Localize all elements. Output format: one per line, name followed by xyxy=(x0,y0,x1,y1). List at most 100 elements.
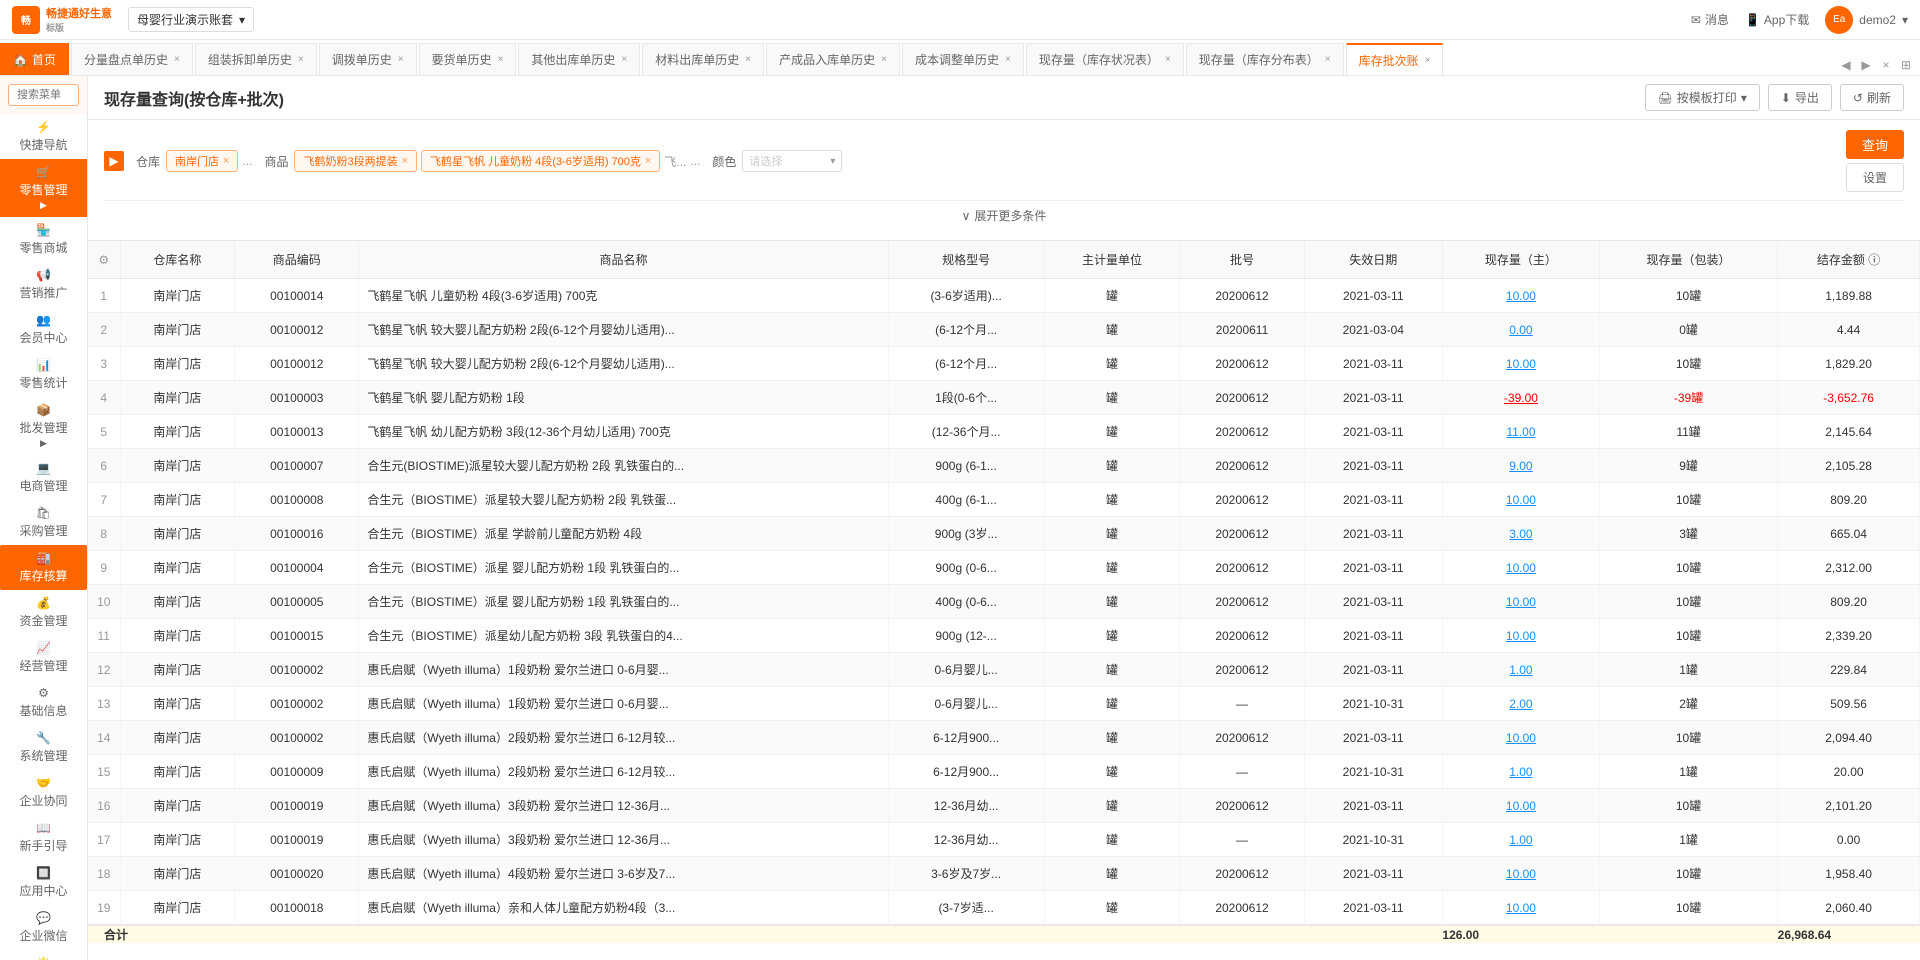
sidebar-item-quick-nav[interactable]: ⚡ 快捷导航 xyxy=(0,114,87,159)
row-qty-main[interactable]: 10.00 xyxy=(1442,891,1599,926)
row-qty-main[interactable]: 10.00 xyxy=(1442,483,1599,517)
row-qty-main[interactable]: 1.00 xyxy=(1442,653,1599,687)
sidebar-item-mall[interactable]: 🏪 零售商城 xyxy=(0,217,87,262)
close-stock-dist-icon[interactable]: × xyxy=(1325,54,1331,65)
tab-home[interactable]: 🏠 首页 xyxy=(0,43,69,75)
tab-diaob[interactable]: 调拨单历史 × xyxy=(319,43,417,75)
sidebar-item-marketing[interactable]: 📢 营销推广 xyxy=(0,262,87,307)
row-qty-main[interactable]: 9.00 xyxy=(1442,449,1599,483)
sidebar: ⚡ 快捷导航 🛒 零售管理 ▶ 🏪 零售商城 📢 营销推广 👥 会员中心 📊 零… xyxy=(0,76,88,960)
warehouse-more[interactable]: ... xyxy=(242,154,252,168)
sidebar-item-inventory[interactable]: 🏭 库存核算 xyxy=(0,545,87,590)
close-product-in-icon[interactable]: × xyxy=(881,54,887,65)
sidebar-item-guide[interactable]: 📖 新手引导 xyxy=(0,815,87,860)
close-stock-batch-icon[interactable]: × xyxy=(1425,55,1431,66)
close-stock-status-icon[interactable]: × xyxy=(1165,54,1171,65)
row-qty-main[interactable]: 10.00 xyxy=(1442,585,1599,619)
row-expire: 2021-03-11 xyxy=(1304,619,1442,653)
sidebar-item-wholesale[interactable]: 📦 批发管理 ▶ xyxy=(0,397,87,455)
tab-stock-status[interactable]: 现存量（库存状况表） × xyxy=(1026,43,1184,75)
row-batch: 20200612 xyxy=(1180,619,1304,653)
row-qty-main[interactable]: 1.00 xyxy=(1442,823,1599,857)
expand-filter-button[interactable]: ▶ xyxy=(104,151,124,171)
row-index: 11 xyxy=(88,619,120,653)
row-qty-main[interactable]: 1.00 xyxy=(1442,755,1599,789)
remove-product-tag-1-icon[interactable]: × xyxy=(402,155,408,167)
row-qty-main[interactable]: 10.00 xyxy=(1442,279,1599,313)
sidebar-item-system[interactable]: 🔧 系统管理 xyxy=(0,725,87,770)
product-more[interactable]: 飞... xyxy=(664,153,686,170)
tab-cost-adj[interactable]: 成本调整单历史 × xyxy=(902,43,1024,75)
close-zuzhuang-icon[interactable]: × xyxy=(298,54,304,65)
expand-more-area[interactable]: ∨ 展开更多条件 xyxy=(104,200,1904,230)
row-unit: 罐 xyxy=(1044,449,1180,483)
message-btn[interactable]: ✉ 消息 xyxy=(1691,11,1729,28)
tab-stock-batch[interactable]: 库存批次账 × xyxy=(1346,43,1444,75)
sidebar-item-finance[interactable]: 💰 资金管理 xyxy=(0,590,87,635)
sidebar-item-basic[interactable]: ⚙ 基础信息 xyxy=(0,680,87,725)
product-tag-2[interactable]: 飞鹤星飞帆 儿童奶粉 4段(3-6岁适用) 700克 × xyxy=(421,150,660,172)
print-button[interactable]: 🖨 按模板打印 ▾ xyxy=(1645,84,1760,111)
warehouse-tag-1[interactable]: 南岸门店 × xyxy=(166,150,238,172)
product-more2[interactable]: ... xyxy=(690,154,700,168)
tab-stock-dist[interactable]: 现存量（库存分布表） × xyxy=(1186,43,1344,75)
tab-material-out[interactable]: 材料出库单历史 × xyxy=(642,43,764,75)
account-dropdown[interactable]: 母婴行业演示账套 ▾ xyxy=(128,7,254,32)
table-settings-icon[interactable]: ⚙ xyxy=(98,253,109,267)
sidebar-item-retail-stat[interactable]: 📊 零售统计 xyxy=(0,352,87,397)
sidebar-item-purchase[interactable]: 🛍 采购管理 xyxy=(0,500,87,545)
close-fenpan-icon[interactable]: × xyxy=(174,54,180,65)
content-area: 现存量查询(按仓库+批次) 🖨 按模板打印 ▾ ⬇ 导出 ↺ 刷新 xyxy=(88,76,1920,960)
sidebar-item-member[interactable]: 👥 会员中心 xyxy=(0,307,87,352)
close-material-out-icon[interactable]: × xyxy=(745,54,751,65)
row-qty-main[interactable]: 2.00 xyxy=(1442,687,1599,721)
nav-next-icon[interactable]: ▶ xyxy=(1856,55,1876,75)
sidebar-item-member2[interactable]: 🌟 畅会员 xyxy=(0,950,87,960)
user-area[interactable]: Ea demo2 ▾ xyxy=(1825,6,1908,34)
tab-other-out[interactable]: 其他出库单历史 × xyxy=(518,43,640,75)
remove-warehouse-tag-icon[interactable]: × xyxy=(223,155,229,167)
nav-prev-icon[interactable]: ◀ xyxy=(1836,55,1856,75)
row-qty-main[interactable]: 3.00 xyxy=(1442,517,1599,551)
search-input[interactable] xyxy=(8,84,79,106)
query-button[interactable]: 查询 xyxy=(1846,130,1904,159)
sidebar-item-wechat[interactable]: 💬 企业微信 xyxy=(0,905,87,950)
row-amount: 665.04 xyxy=(1778,517,1920,551)
nav-more-icon[interactable]: ⊞ xyxy=(1896,55,1916,75)
export-button[interactable]: ⬇ 导出 xyxy=(1768,84,1832,111)
tab-yaohuo[interactable]: 要货单历史 × xyxy=(419,43,517,75)
row-qty-main[interactable]: 10.00 xyxy=(1442,857,1599,891)
close-cost-adj-icon[interactable]: × xyxy=(1005,54,1011,65)
close-diaob-icon[interactable]: × xyxy=(398,54,404,65)
row-qty-main[interactable]: 10.00 xyxy=(1442,551,1599,585)
refresh-button[interactable]: ↺ 刷新 xyxy=(1840,84,1904,111)
page-actions: 🖨 按模板打印 ▾ ⬇ 导出 ↺ 刷新 xyxy=(1645,84,1904,111)
sidebar-item-ecommerce[interactable]: 💻 电商管理 xyxy=(0,455,87,500)
remove-product-tag-2-icon[interactable]: × xyxy=(645,155,651,167)
nav-tabs: 🏠 首页 分量盘点单历史 × 组装拆卸单历史 × 调拨单历史 × 要货单历史 ×… xyxy=(0,40,1920,76)
row-qty-main[interactable]: 10.00 xyxy=(1442,721,1599,755)
row-spec: (3-7岁适... xyxy=(888,891,1044,926)
product-tag-1[interactable]: 飞鹤奶粉3段两提装 × xyxy=(294,150,417,172)
row-qty-main[interactable]: 10.00 xyxy=(1442,789,1599,823)
nav-close-all-icon[interactable]: × xyxy=(1876,55,1896,75)
tab-product-in[interactable]: 产成品入库单历史 × xyxy=(766,43,900,75)
sidebar-item-operation[interactable]: 📈 经营管理 xyxy=(0,635,87,680)
sidebar-item-cooperation[interactable]: 🤝 企业协同 xyxy=(0,770,87,815)
row-qty-pkg: 1罐 xyxy=(1599,755,1777,789)
sidebar-item-retail[interactable]: 🛒 零售管理 ▶ xyxy=(0,159,87,217)
tab-fenpan[interactable]: 分量盘点单历史 × xyxy=(71,43,193,75)
row-qty-main[interactable]: 11.00 xyxy=(1442,415,1599,449)
close-other-out-icon[interactable]: × xyxy=(621,54,627,65)
app-download-btn[interactable]: 📱 App下载 xyxy=(1745,11,1809,28)
row-qty-main[interactable]: 0.00 xyxy=(1442,313,1599,347)
close-yaohuo-icon[interactable]: × xyxy=(498,54,504,65)
tab-zuzhuang[interactable]: 组装拆卸单历史 × xyxy=(195,43,317,75)
row-batch: 20200612 xyxy=(1180,347,1304,381)
row-qty-main[interactable]: 10.00 xyxy=(1442,347,1599,381)
row-qty-main[interactable]: 10.00 xyxy=(1442,619,1599,653)
row-qty-main[interactable]: -39.00 xyxy=(1442,381,1599,415)
settings-button[interactable]: 设置 xyxy=(1846,163,1904,192)
color-filter-select[interactable]: 请选择 ▾ xyxy=(742,150,842,172)
sidebar-item-apps[interactable]: 🔲 应用中心 xyxy=(0,860,87,905)
